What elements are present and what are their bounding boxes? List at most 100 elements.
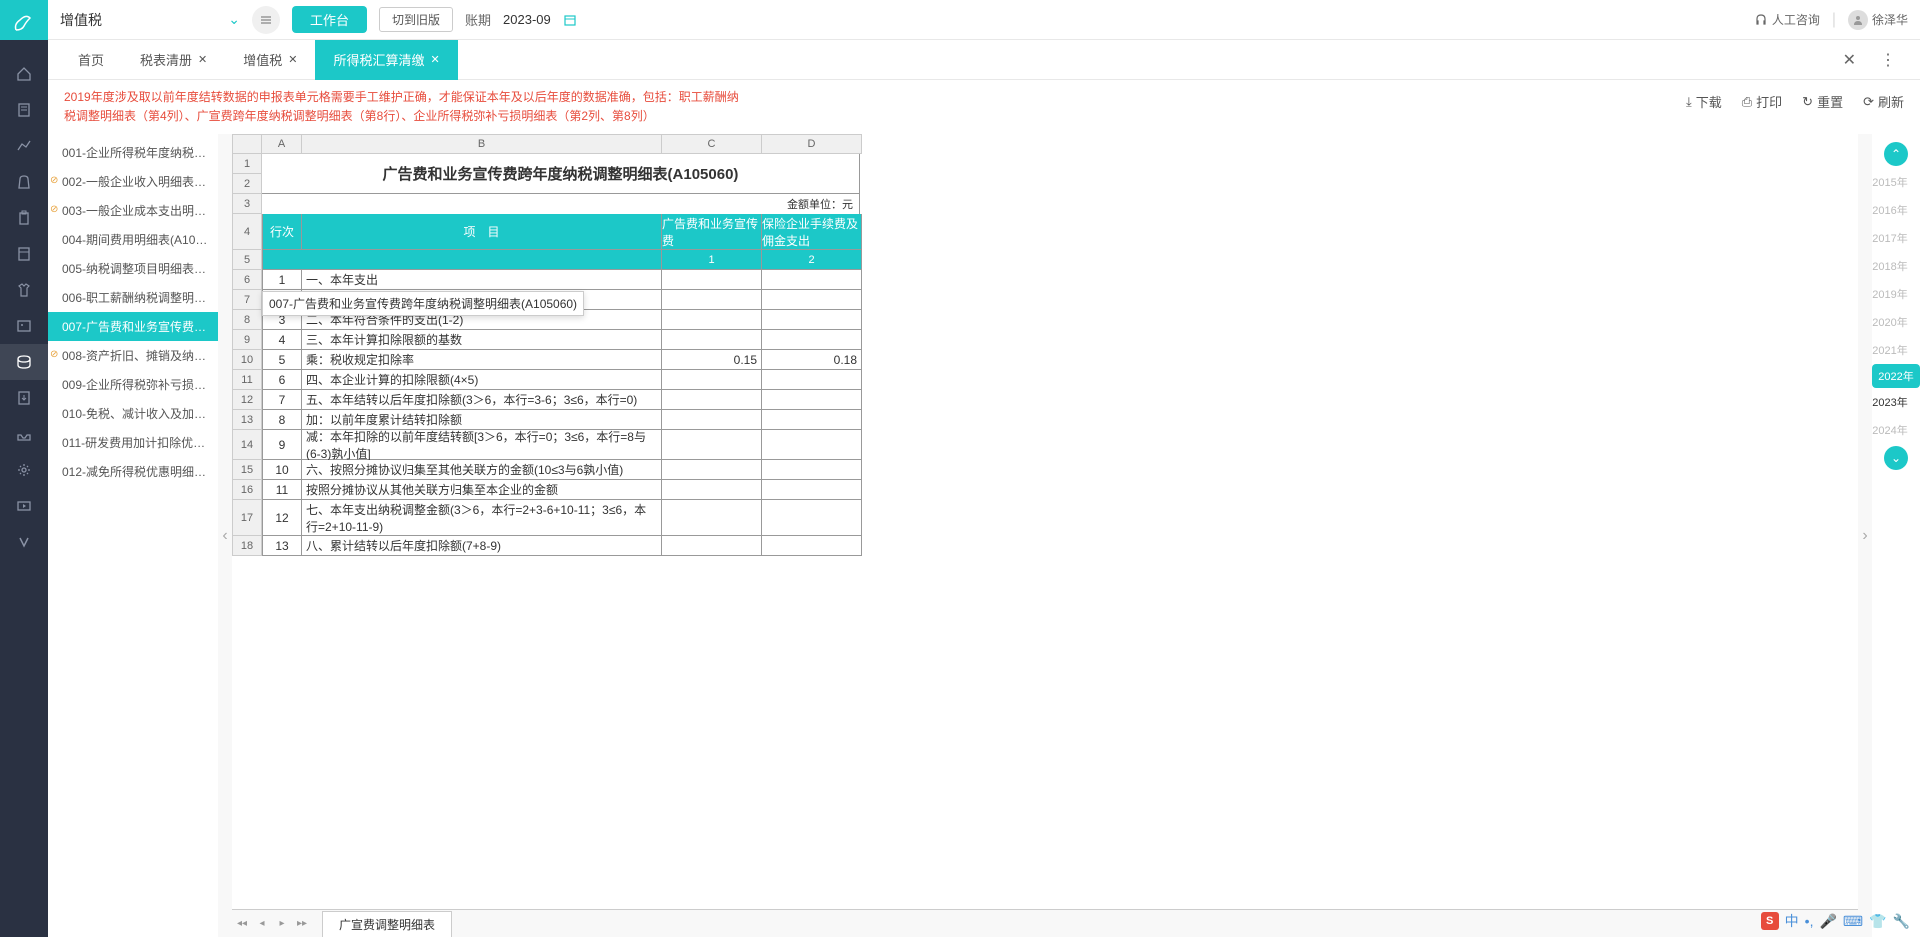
row-header[interactable]: 13: [232, 410, 262, 430]
expand-panel-button[interactable]: ›: [1858, 134, 1872, 937]
col-header[interactable]: A: [262, 134, 302, 154]
cell-value[interactable]: [662, 410, 762, 430]
cell-value[interactable]: [762, 330, 862, 350]
print-button[interactable]: ⎙打印: [1742, 92, 1782, 111]
tree-item[interactable]: 009-企业所得税弥补亏损明...: [48, 370, 218, 399]
cell-value[interactable]: [762, 536, 862, 556]
more-tabs-button[interactable]: ⋮: [1868, 50, 1908, 70]
ime-tool-icon[interactable]: 🔧: [1893, 913, 1910, 930]
nav-chart-icon[interactable]: [0, 128, 48, 164]
period-value[interactable]: 2023-09: [503, 12, 551, 27]
tree-item[interactable]: 006-职工薪酬纳税调整明细...: [48, 283, 218, 312]
sheet-nav-first[interactable]: ◂◂: [232, 912, 252, 936]
year-item[interactable]: 2015年: [1872, 168, 1919, 196]
cell-value[interactable]: [662, 500, 762, 536]
year-item[interactable]: 2020年: [1872, 308, 1919, 336]
tree-item[interactable]: ⊘008-资产折旧、摊销及纳税...: [48, 341, 218, 370]
nav-calc-icon[interactable]: [0, 236, 48, 272]
grid-corner[interactable]: [232, 134, 262, 154]
cell-value[interactable]: [662, 270, 762, 290]
sheet-nav-last[interactable]: ▸▸: [292, 912, 312, 936]
year-item[interactable]: 2016年: [1872, 196, 1919, 224]
calendar-icon[interactable]: [563, 13, 577, 27]
tab-vat[interactable]: 增值税✕: [225, 40, 315, 80]
tab-income-tax[interactable]: 所得税汇算清缴✕: [315, 40, 457, 80]
row-header[interactable]: 14: [232, 430, 262, 460]
module-selector[interactable]: 增值税 ⌄: [60, 10, 240, 30]
row-header[interactable]: 7: [232, 290, 262, 310]
year-item[interactable]: 2023年: [1872, 388, 1919, 416]
row-header[interactable]: 11: [232, 370, 262, 390]
tree-item[interactable]: ⊘002-一般企业收入明细表(A...: [48, 167, 218, 196]
nav-shirt-icon[interactable]: [0, 272, 48, 308]
row-header[interactable]: 4: [232, 214, 262, 250]
cell-value[interactable]: [662, 310, 762, 330]
nav-image-icon[interactable]: [0, 308, 48, 344]
year-item[interactable]: 2021年: [1872, 336, 1919, 364]
year-scroll-down[interactable]: ⌄: [1884, 446, 1908, 470]
nav-v-icon[interactable]: [0, 524, 48, 560]
nav-export-icon[interactable]: [0, 380, 48, 416]
tree-item[interactable]: 012-减免所得税优惠明细表(...: [48, 457, 218, 486]
close-icon[interactable]: ✕: [431, 53, 440, 66]
nav-home-icon[interactable]: [0, 56, 48, 92]
cell-value[interactable]: [762, 310, 862, 330]
row-header[interactable]: 16: [232, 480, 262, 500]
year-scroll-up[interactable]: ⌃: [1884, 142, 1908, 166]
tree-item[interactable]: 010-免税、减计收入及加计...: [48, 399, 218, 428]
ime-lang[interactable]: 中: [1785, 911, 1799, 931]
row-header[interactable]: 3: [232, 194, 262, 214]
row-header[interactable]: 18: [232, 536, 262, 556]
sheet-tab[interactable]: 广宣费调整明细表: [322, 911, 452, 937]
col-header[interactable]: D: [762, 134, 862, 154]
year-item[interactable]: 2019年: [1872, 280, 1919, 308]
row-header[interactable]: 9: [232, 330, 262, 350]
cell-value[interactable]: [762, 410, 862, 430]
year-item[interactable]: 2018年: [1872, 252, 1919, 280]
year-item[interactable]: 2024年: [1872, 416, 1919, 444]
refresh-button[interactable]: ⟳刷新: [1863, 92, 1904, 111]
close-icon[interactable]: ✕: [288, 53, 297, 66]
ime-skin-icon[interactable]: 👕: [1869, 913, 1886, 930]
row-header[interactable]: 8: [232, 310, 262, 330]
row-header[interactable]: 1: [232, 154, 262, 174]
reset-button[interactable]: ↻重置: [1802, 92, 1843, 111]
cell-value[interactable]: [762, 500, 862, 536]
ime-logo-icon[interactable]: S: [1761, 912, 1779, 930]
year-item[interactable]: 2022年: [1872, 364, 1919, 388]
tree-item[interactable]: 004-期间费用明细表(A1040...: [48, 225, 218, 254]
cell-value[interactable]: [662, 460, 762, 480]
nav-settings-icon[interactable]: [0, 452, 48, 488]
row-header[interactable]: 6: [232, 270, 262, 290]
support-link[interactable]: 人工咨询: [1754, 11, 1820, 28]
nav-bag-icon[interactable]: [0, 164, 48, 200]
cell-value[interactable]: [762, 480, 862, 500]
nav-clipboard-icon[interactable]: [0, 200, 48, 236]
row-header[interactable]: 12: [232, 390, 262, 410]
cell-value[interactable]: [762, 460, 862, 480]
cell-value[interactable]: [762, 270, 862, 290]
close-all-button[interactable]: ✕: [1831, 50, 1868, 70]
row-header[interactable]: 5: [232, 250, 262, 270]
cell-value[interactable]: [662, 480, 762, 500]
nav-inbox-icon[interactable]: [0, 416, 48, 452]
year-item[interactable]: 2017年: [1872, 224, 1919, 252]
cell-value[interactable]: 0.15: [662, 350, 762, 370]
sheet-nav-next[interactable]: ▸: [272, 912, 292, 936]
cell-value[interactable]: [662, 370, 762, 390]
row-header[interactable]: 15: [232, 460, 262, 480]
sheet-nav-prev[interactable]: ◂: [252, 912, 272, 936]
tree-item[interactable]: ⊘003-一般企业成本支出明细...: [48, 196, 218, 225]
close-icon[interactable]: ✕: [198, 53, 207, 66]
cell-value[interactable]: [662, 390, 762, 410]
ime-keyboard-icon[interactable]: ⌨: [1843, 913, 1863, 930]
col-header[interactable]: C: [662, 134, 762, 154]
tab-tax-list[interactable]: 税表清册✕: [122, 40, 225, 80]
tree-item[interactable]: 001-企业所得税年度纳税申...: [48, 138, 218, 167]
cell-value[interactable]: [662, 330, 762, 350]
download-button[interactable]: ⤓下载: [1686, 92, 1722, 111]
row-header[interactable]: 10: [232, 350, 262, 370]
workbench-button[interactable]: 工作台: [292, 6, 367, 33]
collapse-tree-button[interactable]: ‹: [218, 134, 232, 937]
nav-doc-icon[interactable]: [0, 92, 48, 128]
